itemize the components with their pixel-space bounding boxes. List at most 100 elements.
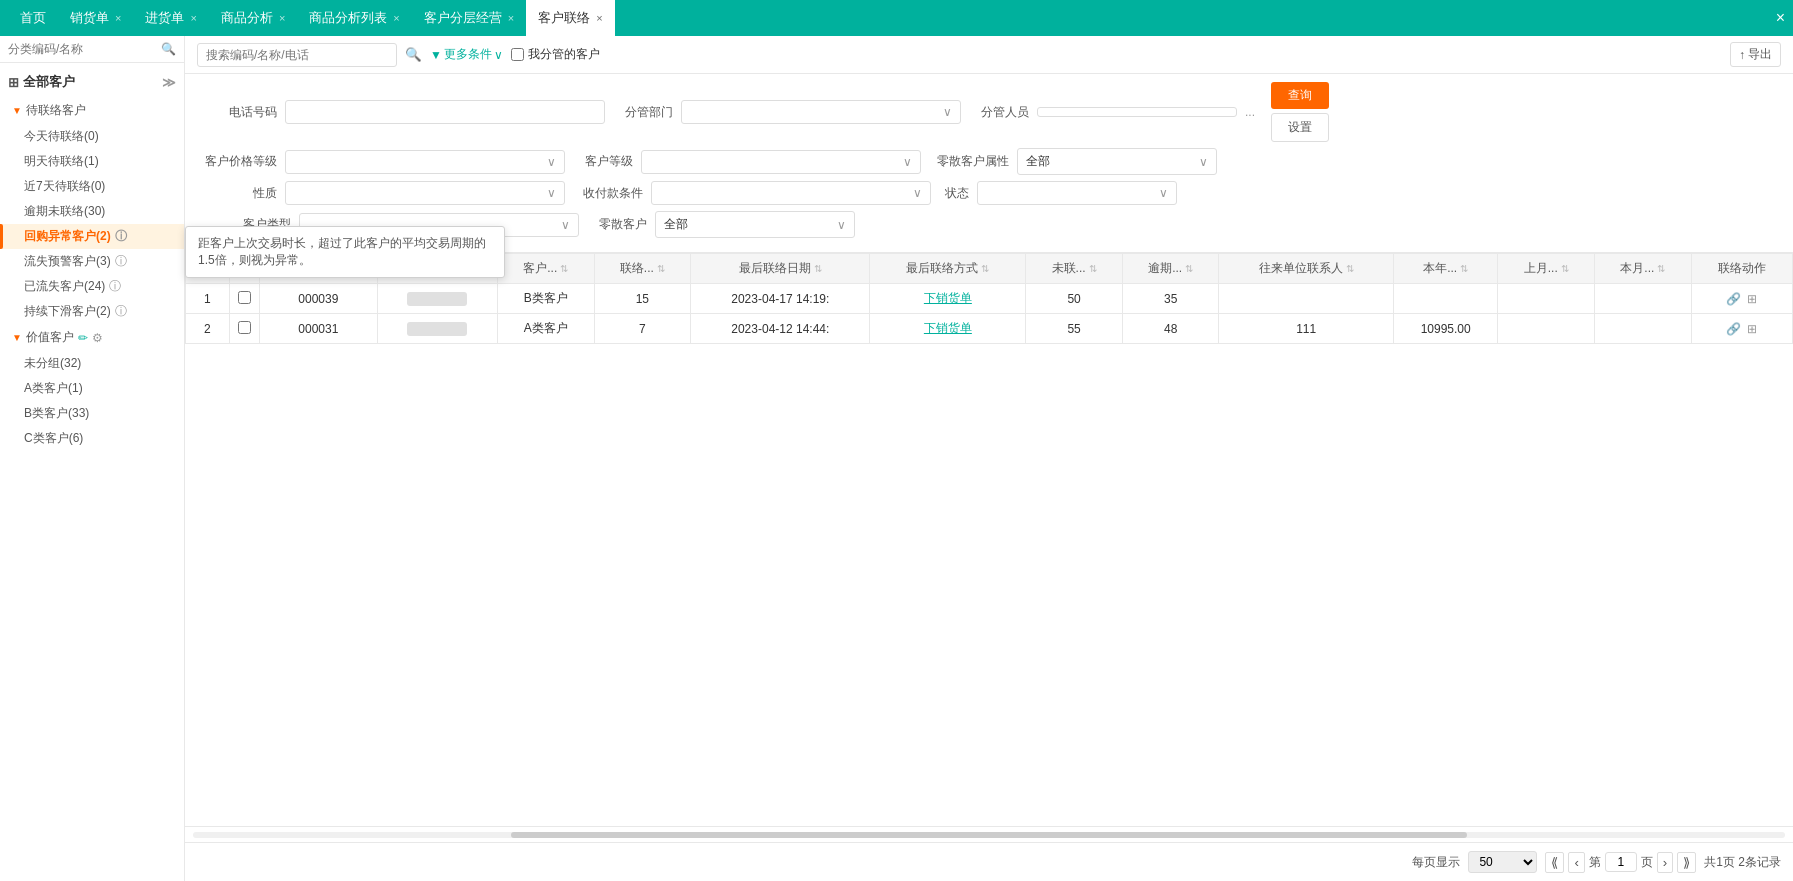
sidebar-item-7days[interactable]: 近7天待联络(0) [0,174,184,199]
col-header-this-year[interactable]: 本年... ⇅ [1393,254,1497,284]
col-header-contact-count[interactable]: 联络... ⇅ [594,254,691,284]
close-icon[interactable]: × [115,12,121,24]
sidebar-item-churn-warning[interactable]: 流失预警客户(3) ⓘ [0,249,184,274]
filter-bar: 🔍 ▼ 更多条件 ∨ 我分管的客户 ↑ 导出 [185,36,1793,74]
filter-search-input[interactable] [197,43,397,67]
close-all-button[interactable]: × [1776,9,1785,27]
export-icon: ↑ [1739,48,1745,62]
payment-cond-select[interactable]: ∨ [651,181,931,205]
nav-customer-contact[interactable]: 客户联络 × [526,0,614,36]
close-icon[interactable]: × [393,12,399,24]
prev-page-button[interactable]: ‹ [1568,852,1584,873]
chevron-down-icon: ∨ [547,186,556,200]
col-header-contacts[interactable]: 往来单位联系人 ⇅ [1219,254,1393,284]
row2-contacts: 111 [1219,314,1393,344]
row1-this-month [1595,284,1692,314]
next-page-button[interactable]: › [1657,852,1673,873]
nav-analysis[interactable]: 商品分析 × [209,0,297,36]
phone-input[interactable] [285,100,605,124]
close-icon[interactable]: × [508,12,514,24]
query-button[interactable]: 查询 [1271,82,1329,109]
retail-customer-select[interactable]: 全部 ∨ [655,211,855,238]
sidebar-search-input[interactable] [8,42,161,56]
edit-icon[interactable]: ✏ [78,331,88,345]
sidebar-item-churned[interactable]: 已流失客户(24) ⓘ [0,274,184,299]
page-label: 第 [1589,854,1601,871]
close-icon[interactable]: × [596,12,602,24]
row2-actions: 🔗 ⊞ [1691,314,1792,344]
filter-search-button[interactable]: 🔍 [405,47,422,62]
my-customers-checkbox[interactable] [511,48,524,61]
nav-analysis-list[interactable]: 商品分析列表 × [297,0,411,36]
export-button[interactable]: ↑ 导出 [1730,42,1781,67]
info-icon: ⓘ [115,303,127,320]
status-select[interactable]: ∨ [977,181,1177,205]
sidebar-item-c-class[interactable]: C类客户(6) [0,426,184,451]
sidebar-item-declining[interactable]: 持续下滑客户(2) ⓘ [0,299,184,324]
settings-icon[interactable]: ⚙ [92,331,103,345]
action-grid-icon[interactable]: ⊞ [1747,292,1757,306]
row1-contacts [1219,284,1393,314]
more-dots[interactable]: ... [1245,105,1255,119]
row2-index: 2 [186,314,230,344]
row1-checkbox-cell[interactable] [229,284,259,314]
col-header-last-month[interactable]: 上月... ⇅ [1498,254,1595,284]
col-header-last-contact-method[interactable]: 最后联络方式 ⇅ [870,254,1026,284]
sidebar-item-tomorrow[interactable]: 明天待联络(1) [0,149,184,174]
sidebar-group-value[interactable]: ▼ 价值客户 ✏ ⚙ [0,324,184,351]
nature-select[interactable]: ∨ [285,181,565,205]
per-page-select[interactable]: 50 100 200 [1468,851,1537,873]
sidebar-group-pending[interactable]: ▼ 待联络客户 [0,97,184,124]
row1-actions: 🔗 ⊞ [1691,284,1792,314]
table-row: 1 000039 B类客户 15 2023-04-17 14:19: 下销货单 [186,284,1793,314]
sort-icon: ⇅ [560,263,568,274]
row1-last-contact-method[interactable]: 下销货单 [870,284,1026,314]
close-icon[interactable]: × [190,12,196,24]
close-icon[interactable]: × [279,12,285,24]
nav-home[interactable]: 首页 [8,0,58,36]
setting-button[interactable]: 设置 [1271,113,1329,142]
action-link-icon[interactable]: 🔗 [1726,322,1741,336]
row-checkbox[interactable] [238,291,251,304]
row-checkbox[interactable] [238,321,251,334]
last-page-button[interactable]: ⟫ [1677,852,1696,873]
table-row: 2 000031 A类客户 7 2023-04-12 14:44: 下销货单 [186,314,1793,344]
manager-select[interactable] [1037,107,1237,117]
price-grade-select[interactable]: ∨ [285,150,565,174]
nav-sales[interactable]: 销货单 × [58,0,133,36]
all-customers-title[interactable]: ⊞ 全部客户 ≫ [0,67,184,97]
my-customers-checkbox-area: 我分管的客户 [511,46,600,63]
dept-select[interactable]: ∨ [681,100,961,124]
scrollbar-thumb[interactable] [511,832,1466,838]
row2-checkbox-cell[interactable] [229,314,259,344]
manager-label: 分管人员 [969,104,1029,121]
col-header-this-month[interactable]: 本月... ⇅ [1595,254,1692,284]
chevron-down-icon: ∨ [561,218,570,232]
nav-purchase[interactable]: 进货单 × [133,0,208,36]
row2-name [378,314,498,344]
sidebar-search-icon[interactable]: 🔍 [161,42,176,56]
filter-more-conditions[interactable]: ▼ 更多条件 ∨ [430,46,503,63]
col-header-type[interactable]: 客户... ⇅ [497,254,594,284]
nav-customer-layer[interactable]: 客户分层经营 × [412,0,526,36]
sidebar-item-a-class[interactable]: A类客户(1) [0,376,184,401]
sidebar-item-repurchase-abnormal[interactable]: 回购异常客户(2) ⓘ [0,224,184,249]
sort-icon: ⇅ [1346,263,1354,274]
customer-grade-select[interactable]: ∨ [641,150,921,174]
sidebar-item-overdue[interactable]: 逾期未联络(30) [0,199,184,224]
chevron-down-icon: ∨ [494,48,503,62]
sidebar-item-ungroup[interactable]: 未分组(32) [0,351,184,376]
sidebar-item-today[interactable]: 今天待联络(0) [0,124,184,149]
action-link-icon[interactable]: 🔗 [1726,292,1741,306]
first-page-button[interactable]: ⟪ [1545,852,1564,873]
col-header-overdue[interactable]: 逾期... ⇅ [1122,254,1219,284]
page-input[interactable] [1605,852,1637,872]
retail-attr-select[interactable]: 全部 ∨ [1017,148,1217,175]
col-header-uncontacted[interactable]: 未联... ⇅ [1026,254,1123,284]
row2-last-contact-method[interactable]: 下销货单 [870,314,1026,344]
collapse-icon[interactable]: ≫ [162,75,176,90]
action-grid-icon[interactable]: ⊞ [1747,322,1757,336]
horizontal-scrollbar[interactable] [185,826,1793,842]
col-header-last-contact-date[interactable]: 最后联络日期 ⇅ [691,254,870,284]
sidebar-item-b-class[interactable]: B类客户(33) [0,401,184,426]
